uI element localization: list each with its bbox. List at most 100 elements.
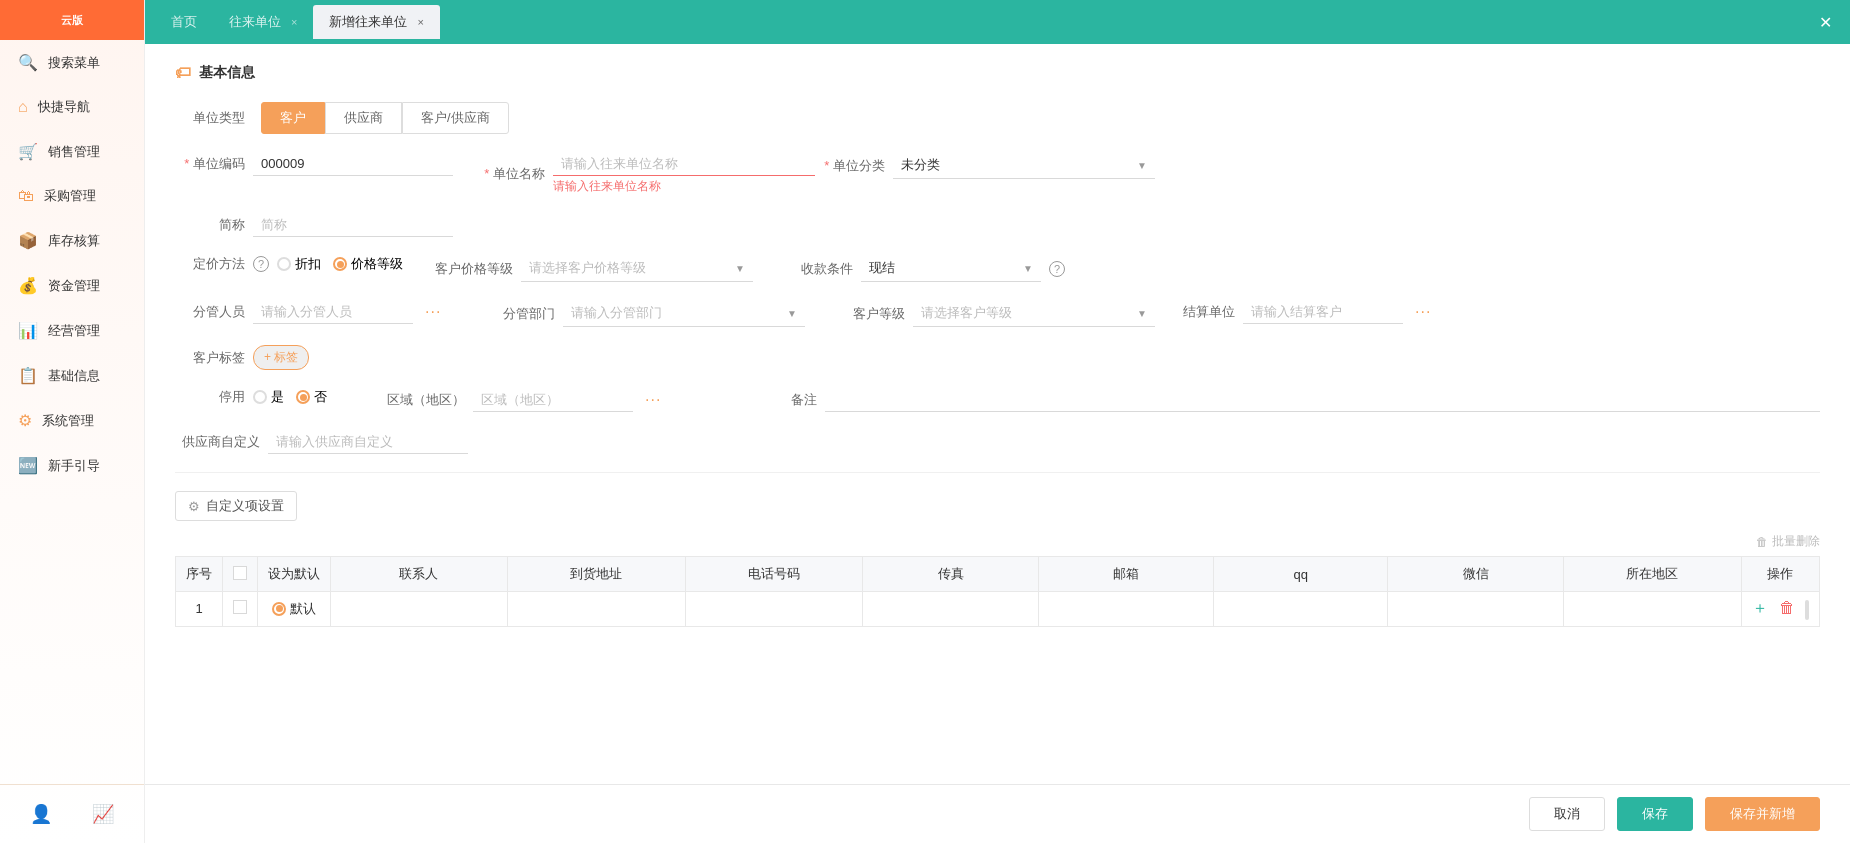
settlement-unit-label: 结算单位 [1175,303,1235,321]
unit-name-error: 请输入往来单位名称 [553,178,815,195]
remark-label: 备注 [747,391,817,409]
type-btn-both[interactable]: 客户/供应商 [402,102,509,134]
row-checkbox[interactable] [233,600,247,614]
pricing-help-icon[interactable]: ? [253,256,269,272]
sidebar-item-quick[interactable]: ⌂ 快捷导航 [0,85,144,129]
department-field: 分管部门 请输入分管部门 ▼ [485,300,805,327]
contact-input[interactable] [341,601,497,616]
phone-input[interactable] [696,601,853,616]
chart-icon[interactable]: 📈 [92,803,114,825]
add-tag-button[interactable]: + 标签 [253,345,309,370]
tab-home[interactable]: 首页 [155,5,213,39]
close-partners-tab[interactable]: × [291,16,297,28]
row-checkbox-cell[interactable] [223,592,258,627]
section-icon: 🏷 [175,64,191,82]
purchase-icon: 🛍 [18,187,34,205]
row-phone[interactable] [685,592,863,627]
add-row-btn[interactable]: ＋ [1752,599,1768,616]
search-icon: 🔍 [18,53,38,72]
gear-icon: ⚙ [188,499,200,514]
row-email[interactable] [1038,592,1213,627]
row-qq[interactable] [1214,592,1388,627]
row-wechat[interactable] [1388,592,1563,627]
col-delivery: 到货地址 [507,557,685,592]
remark-input[interactable] [825,388,1820,412]
sidebar-item-system[interactable]: ⚙ 系统管理 [0,398,144,443]
manager-input[interactable] [253,300,413,324]
sidebar-item-operations[interactable]: 📊 经营管理 [0,308,144,353]
abbreviation-input[interactable] [253,213,453,237]
sidebar-item-purchase[interactable]: 🛍 采购管理 [0,174,144,218]
customer-tag-row: 客户标签 + 标签 [175,345,1820,370]
customer-level-select[interactable]: 请选择客户等级 ▼ [913,300,1155,327]
location-input[interactable] [1574,601,1731,616]
radio-yes[interactable]: 是 [253,388,284,406]
payment-terms-help-icon[interactable]: ? [1049,261,1065,277]
delete-icon: 🗑 [1756,535,1768,549]
delete-row-btn[interactable]: 🗑 [1779,599,1795,616]
radio-no[interactable]: 否 [296,388,327,406]
wechat-input[interactable] [1398,601,1552,616]
payment-terms-select[interactable]: 现结 ▼ [861,255,1041,282]
region-field: 区域（地区） ··· [387,388,687,412]
sales-icon: 🛒 [18,142,38,161]
col-contact: 联系人 [331,557,508,592]
radio-discount[interactable]: 折扣 [277,255,321,273]
unit-name-input[interactable] [553,152,815,176]
settlement-unit-more-btn[interactable]: ··· [1411,303,1435,321]
region-input[interactable] [473,388,633,412]
type-btn-supplier[interactable]: 供应商 [325,102,402,134]
user-icon[interactable]: 👤 [30,803,52,825]
unit-name-field: 单位名称 请输入往来单位名称 [475,152,815,195]
select-all-checkbox[interactable] [233,566,247,580]
row-fax[interactable] [863,592,1038,627]
price-level-dropdown-icon: ▼ [735,263,745,274]
type-btn-customer[interactable]: 客户 [261,102,325,134]
region-more-btn[interactable]: ··· [641,391,665,409]
email-input[interactable] [1049,601,1203,616]
sidebar-item-guide[interactable]: 🆕 新手引导 [0,443,144,488]
row-default-radio[interactable]: 默认 [268,600,320,618]
row-location[interactable] [1563,592,1741,627]
cancel-button[interactable]: 取消 [1529,797,1605,831]
department-select[interactable]: 请输入分管部门 ▼ [563,300,805,327]
custom-settings-button[interactable]: ⚙ 自定义项设置 [175,491,297,521]
radio-price-level[interactable]: 价格等级 [333,255,403,273]
row-contact[interactable] [331,592,508,627]
save-and-new-button[interactable]: 保存并新增 [1705,797,1820,831]
system-icon: ⚙ [18,411,32,430]
close-new-partner-tab[interactable]: × [417,16,423,28]
tab-partners[interactable]: 往来单位 × [213,5,313,39]
close-all-tabs[interactable]: ✕ [1811,9,1840,36]
col-default: 设为默认 [258,557,331,592]
abbreviation-row: 简称 [175,213,1820,237]
contacts-table: 序号 设为默认 联系人 到货地址 电话号码 传真 邮箱 qq 微信 所在地区 操… [175,556,1820,627]
unit-name-label: 单位名称 [475,165,545,183]
supplier-custom-input[interactable] [268,430,468,454]
main-area: 首页 往来单位 × 新增往来单位 × ✕ 🏷 基本信息 单位类型 客户 供应商 … [145,0,1850,843]
sidebar-item-sales[interactable]: 🛒 销售管理 [0,129,144,174]
tab-new-partner[interactable]: 新增往来单位 × [313,5,439,39]
payment-terms-dropdown-icon: ▼ [1023,263,1033,274]
unit-type-group: 客户 供应商 客户/供应商 [261,102,509,134]
customer-price-level-select[interactable]: 请选择客户价格等级 ▼ [521,255,753,282]
manager-more-btn[interactable]: ··· [421,303,445,321]
funds-icon: 💰 [18,276,38,295]
radio-no-circle [296,390,310,404]
fax-input[interactable] [873,601,1027,616]
sidebar-item-inventory[interactable]: 📦 库存核算 [0,218,144,263]
delivery-input[interactable] [518,601,675,616]
unit-code-input[interactable] [253,152,453,176]
qq-input[interactable] [1224,601,1377,616]
row-delivery[interactable] [507,592,685,627]
settlement-unit-input[interactable] [1243,300,1403,324]
sidebar-item-search[interactable]: 🔍 搜索菜单 [0,40,144,85]
sidebar-item-funds[interactable]: 💰 资金管理 [0,263,144,308]
batch-delete-area: 🗑 批量删除 [175,533,1820,550]
sidebar-item-basic[interactable]: 📋 基础信息 [0,353,144,398]
save-button[interactable]: 保存 [1617,797,1693,831]
col-checkbox[interactable] [223,557,258,592]
unit-category-select[interactable]: 未分类 ▼ [893,152,1155,179]
supplier-custom-label: 供应商自定义 [175,433,260,451]
batch-delete-label[interactable]: 批量删除 [1772,533,1820,550]
